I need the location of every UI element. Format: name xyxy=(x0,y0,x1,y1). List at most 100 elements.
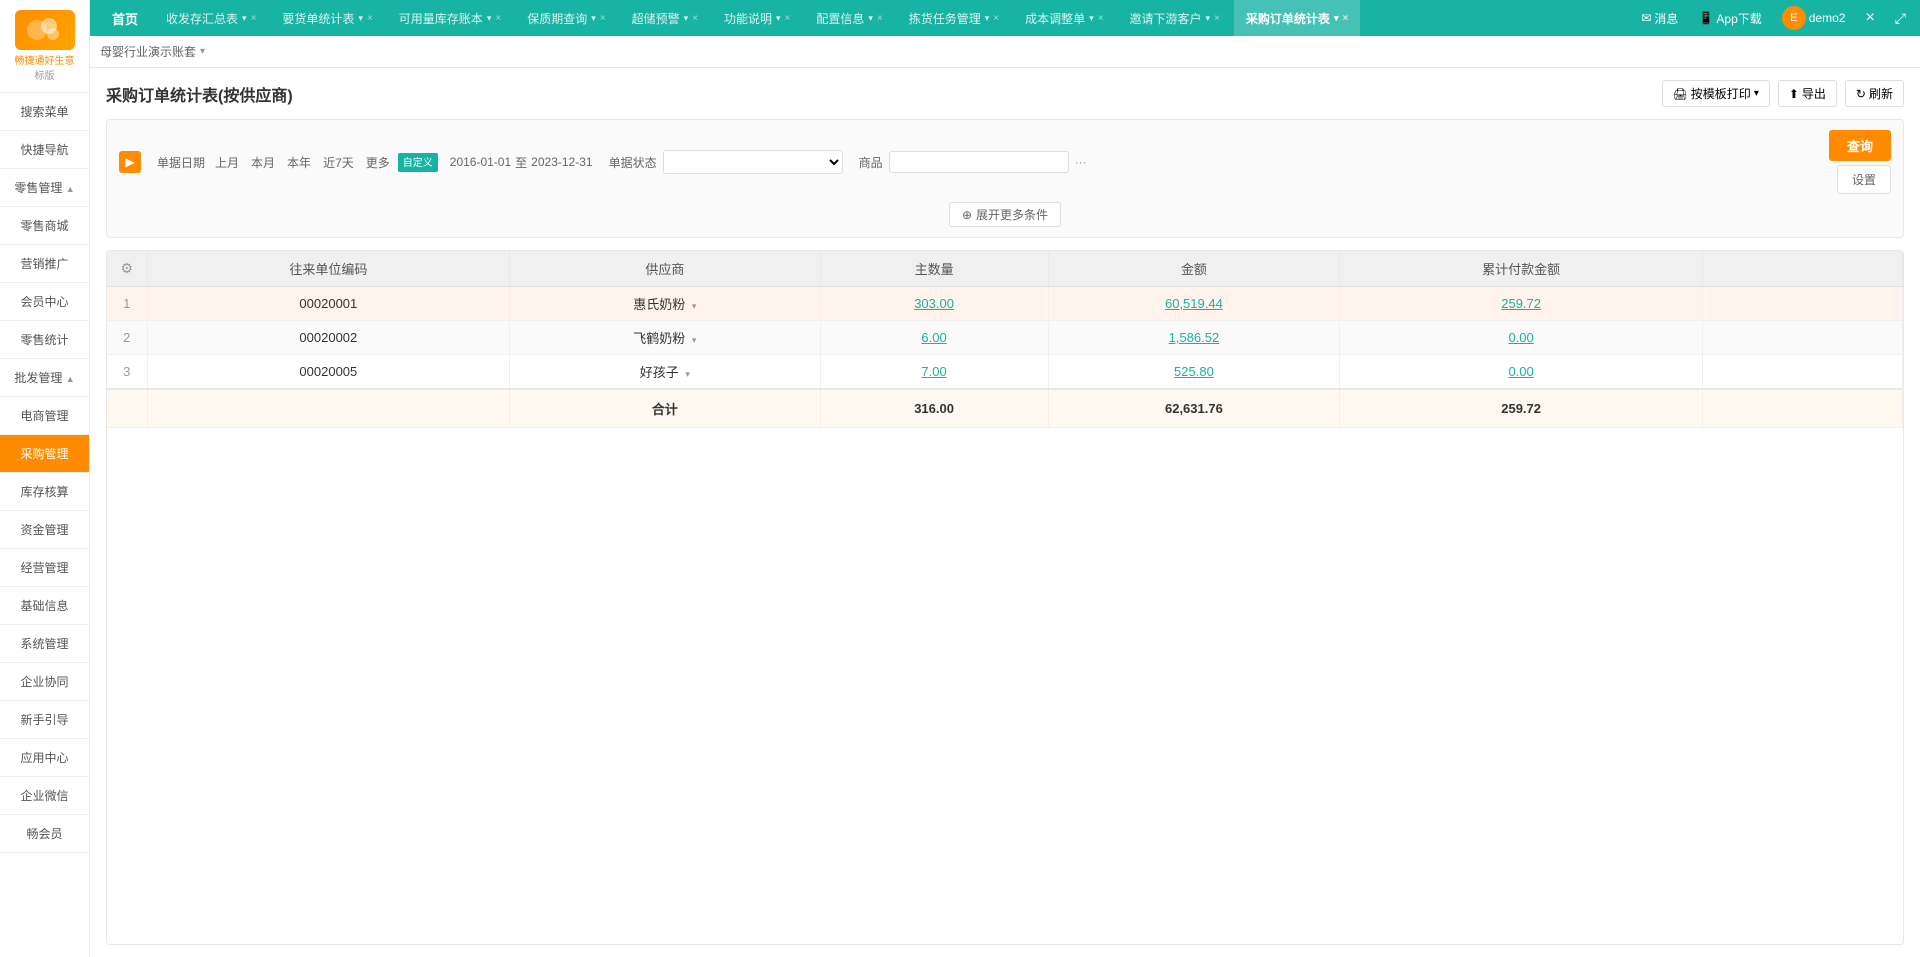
date-more[interactable]: 更多 xyxy=(362,153,394,172)
tab-config-info[interactable]: 配置信息 ▾ × xyxy=(804,0,894,36)
close-icon-5[interactable]: × xyxy=(692,13,698,24)
tab-available-ledger[interactable]: 可用量库存账本 ▾ × xyxy=(387,0,513,36)
tab-purchase-order-stat[interactable]: 采购订单统计表 ▾ × xyxy=(1234,0,1360,36)
tab-receive-summary[interactable]: 收发存汇总表 ▾ × xyxy=(154,0,268,36)
date-this-year[interactable]: 本年 xyxy=(283,153,315,172)
sidebar: 畅捷通好生意 标版 搜索菜单 快捷导航 零售管理 ▲ 零售商城 营销推广 会员中… xyxy=(0,0,90,957)
close-icon-11[interactable]: × xyxy=(1342,13,1348,24)
col-code: 往来单位编码 xyxy=(147,251,510,287)
settings-button[interactable]: 设置 xyxy=(1837,165,1891,194)
sidebar-item-operation[interactable]: 经营管理 xyxy=(0,549,89,587)
date-to: 2023-12-31 xyxy=(531,155,592,169)
sidebar-item-retail-stat[interactable]: 零售统计 xyxy=(0,321,89,359)
tab-purchase-stat[interactable]: 要货单统计表 ▾ × xyxy=(270,0,384,36)
home-label: 首页 xyxy=(112,9,138,28)
cell-qty[interactable]: 303.00 xyxy=(820,287,1048,321)
cell-paid[interactable]: 0.00 xyxy=(1340,355,1703,390)
sidebar-item-newguide[interactable]: 新手引导 xyxy=(0,701,89,739)
cell-paid[interactable]: 0.00 xyxy=(1340,321,1703,355)
sidebar-item-finance[interactable]: 资金管理 xyxy=(0,511,89,549)
col-paid: 累计付款金额 xyxy=(1340,251,1703,287)
date-range-container: 2016-01-01 至 2023-12-31 xyxy=(450,154,593,171)
close-window-button[interactable]: × xyxy=(1859,7,1880,29)
message-label: 消息 xyxy=(1654,10,1678,27)
goods-input[interactable] xyxy=(889,151,1069,173)
sidebar-item-shop[interactable]: 零售商城 xyxy=(0,207,89,245)
footer-amount: 62,631.76 xyxy=(1048,389,1340,428)
sidebar-item-quick[interactable]: 快捷导航 xyxy=(0,131,89,169)
tab-function-desc[interactable]: 功能说明 ▾ × xyxy=(712,0,802,36)
filter-toggle-arrow[interactable]: ▶ xyxy=(119,151,141,173)
table-row: 2 00020002 飞鹤奶粉 ▾ 6.00 1,586.52 0.00 xyxy=(107,321,1903,355)
date-custom-badge[interactable]: 自定义 xyxy=(398,153,438,172)
date-last-month[interactable]: 上月 xyxy=(211,153,243,172)
close-icon-3[interactable]: × xyxy=(495,13,501,24)
expand-down-icon: ⊕ xyxy=(962,208,972,222)
close-icon-6[interactable]: × xyxy=(785,13,791,24)
expand-more-button[interactable]: ⊕ 展开更多条件 xyxy=(949,202,1061,227)
sidebar-item-retail[interactable]: 零售管理 ▲ xyxy=(0,169,89,207)
goods-more-icon[interactable]: ··· xyxy=(1075,155,1087,169)
tab-arrow-11: ▾ xyxy=(1334,13,1339,24)
message-button[interactable]: ✉ 消息 xyxy=(1635,8,1684,29)
tab-arrow-4: ▾ xyxy=(591,13,596,24)
export-button[interactable]: ⬆ 导出 xyxy=(1778,80,1837,107)
sidebar-item-basic[interactable]: 基础信息 xyxy=(0,587,89,625)
sidebar-item-member[interactable]: 会员中心 xyxy=(0,283,89,321)
close-icon-10[interactable]: × xyxy=(1214,13,1220,24)
close-icon-7[interactable]: × xyxy=(877,13,883,24)
app-download-label: App下载 xyxy=(1716,10,1761,27)
sidebar-item-appcenter[interactable]: 应用中心 xyxy=(0,739,89,777)
sidebar-item-marketing[interactable]: 营销推广 xyxy=(0,245,89,283)
sidebar-item-wechat[interactable]: 企业微信 xyxy=(0,777,89,815)
tab-cost-adjust[interactable]: 成本调整单 ▾ × xyxy=(1013,0,1115,36)
status-select[interactable] xyxy=(663,150,843,174)
app-download-button[interactable]: 📱 App下载 xyxy=(1692,8,1767,29)
tab-arrow-9: ▾ xyxy=(1089,13,1094,24)
sidebar-item-enterprise[interactable]: 企业协同 xyxy=(0,663,89,701)
workspace-label: 母婴行业演示账套 xyxy=(100,43,196,60)
cell-amount[interactable]: 525.80 xyxy=(1048,355,1340,390)
table-header-row: ⚙ 往来单位编码 供应商 主数量 金额 xyxy=(107,251,1903,287)
expand-row: ⊕ 展开更多条件 xyxy=(119,202,1891,227)
user-button[interactable]: E demo2 xyxy=(1776,4,1852,32)
cell-no: 3 xyxy=(107,355,147,390)
cell-amount[interactable]: 60,519.44 xyxy=(1048,287,1340,321)
tab-overstock-warn[interactable]: 超储预警 ▾ × xyxy=(620,0,710,36)
refresh-button[interactable]: ↻ 刷新 xyxy=(1845,80,1904,107)
tab-arrow-1: ▾ xyxy=(242,13,247,24)
tab-invite-downstream[interactable]: 邀请下游客户 ▾ × xyxy=(1118,0,1232,36)
sidebar-item-wechat-label: 企业微信 xyxy=(20,789,68,803)
footer-qty: 316.00 xyxy=(820,389,1048,428)
close-icon-1[interactable]: × xyxy=(251,13,257,24)
sidebar-item-ecommerce[interactable]: 电商管理 xyxy=(0,397,89,435)
query-button[interactable]: 查询 xyxy=(1829,130,1891,161)
close-icon-4[interactable]: × xyxy=(600,13,606,24)
col-amount-label: 金额 xyxy=(1181,262,1207,277)
sidebar-item-search[interactable]: 搜索菜单 xyxy=(0,93,89,131)
col-extra xyxy=(1703,251,1903,287)
tab-home[interactable]: 首页 xyxy=(98,0,152,36)
close-icon-9[interactable]: × xyxy=(1098,13,1104,24)
tab-invite-downstream-label: 邀请下游客户 xyxy=(1130,10,1202,27)
cell-qty[interactable]: 6.00 xyxy=(820,321,1048,355)
sidebar-item-wholesale[interactable]: 批发管理 ▲ xyxy=(0,359,89,397)
close-icon-2[interactable]: × xyxy=(367,13,373,24)
sidebar-item-purchase[interactable]: 采购管理 xyxy=(0,435,89,473)
sidebar-item-inventory[interactable]: 库存核算 xyxy=(0,473,89,511)
template-print-button[interactable]: 🖨 按模板打印 ▾ xyxy=(1662,80,1770,107)
tab-pick-task[interactable]: 拣货任务管理 ▾ × xyxy=(897,0,1011,36)
cell-paid[interactable]: 259.72 xyxy=(1340,287,1703,321)
cell-qty[interactable]: 7.00 xyxy=(820,355,1048,390)
col-code-label: 往来单位编码 xyxy=(289,262,367,277)
tab-expiry-query[interactable]: 保质期查询 ▾ × xyxy=(515,0,617,36)
settings-icon[interactable]: ⚙ xyxy=(120,260,133,276)
resize-window-button[interactable]: ⤢ xyxy=(1889,8,1912,29)
close-icon-8[interactable]: × xyxy=(993,13,999,24)
cell-amount[interactable]: 1,586.52 xyxy=(1048,321,1340,355)
sidebar-item-vip[interactable]: 畅会员 xyxy=(0,815,89,853)
date-this-month[interactable]: 本月 xyxy=(247,153,279,172)
sidebar-item-system[interactable]: 系统管理 xyxy=(0,625,89,663)
date-7days[interactable]: 近7天 xyxy=(319,153,358,172)
workspace-selector[interactable]: 母婴行业演示账套 ▾ xyxy=(100,43,205,60)
